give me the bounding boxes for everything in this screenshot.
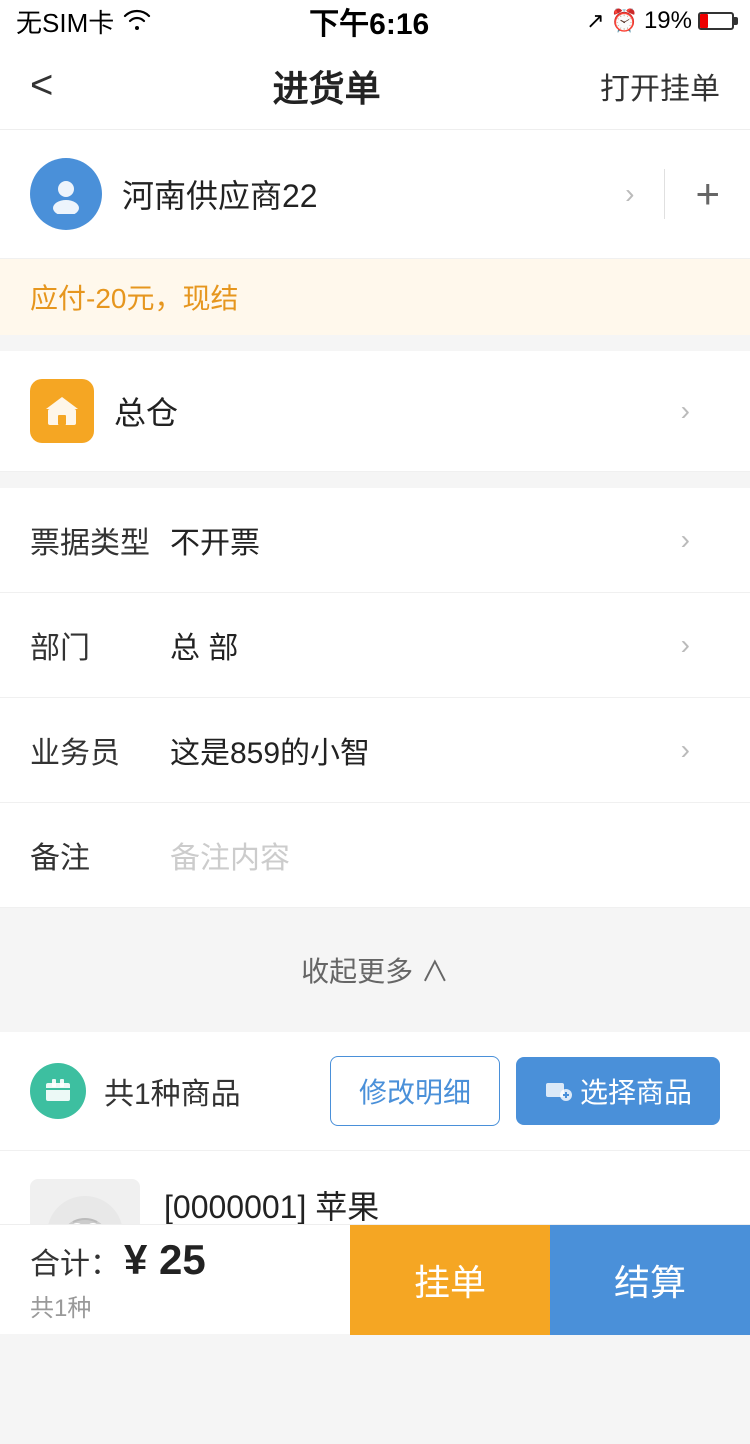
total-section: 合计： ¥ 25 共1种 bbox=[0, 1236, 350, 1323]
remark-row[interactable]: 备注 备注内容 bbox=[0, 803, 750, 908]
remark-label: 备注 bbox=[30, 833, 170, 877]
nav-bar: < 进货单 打开挂单 bbox=[0, 42, 750, 130]
page-title: 进货单 bbox=[273, 60, 381, 112]
salesperson-label: 业务员 bbox=[30, 728, 170, 772]
total-label: 合计： bbox=[30, 1239, 120, 1283]
battery-icon bbox=[698, 12, 734, 30]
total-row: 合计： ¥ 25 bbox=[30, 1236, 320, 1284]
divider bbox=[664, 169, 665, 219]
notice-bar: 应付-20元，现结 bbox=[0, 259, 750, 335]
warehouse-section: 总仓 › bbox=[0, 351, 750, 472]
supplier-avatar bbox=[30, 158, 102, 230]
select-product-label: 选择商品 bbox=[580, 1071, 692, 1111]
invoice-type-value: 不开票 bbox=[170, 518, 681, 562]
hang-button[interactable]: 挂单 bbox=[350, 1225, 550, 1335]
invoice-type-chevron-icon: › bbox=[681, 524, 690, 556]
alarm-icon: ⏰ bbox=[611, 8, 638, 34]
edit-detail-button[interactable]: 修改明细 bbox=[330, 1056, 500, 1126]
total-count: 共1种 bbox=[30, 1288, 320, 1323]
product-count-text: 共1种商品 bbox=[104, 1069, 330, 1113]
department-chevron-icon: › bbox=[681, 629, 690, 661]
supplier-row[interactable]: 河南供应商22 › + bbox=[0, 130, 750, 259]
collapse-button[interactable]: 收起更多 ∧ bbox=[0, 924, 750, 1016]
supplier-chevron-icon: › bbox=[625, 178, 634, 210]
carrier-label: 无SIM卡 bbox=[16, 3, 114, 40]
invoice-type-row[interactable]: 票据类型 不开票 › bbox=[0, 488, 750, 593]
bottom-bar: 合计： ¥ 25 共1种 挂单 结算 bbox=[0, 1224, 750, 1334]
warehouse-name: 总仓 bbox=[114, 388, 681, 434]
department-row[interactable]: 部门 总 部 › bbox=[0, 593, 750, 698]
department-label: 部门 bbox=[30, 623, 170, 667]
warehouse-icon bbox=[30, 379, 94, 443]
wifi-icon bbox=[122, 6, 152, 37]
location-icon: ↗ bbox=[586, 8, 604, 34]
remark-input[interactable]: 备注内容 bbox=[170, 833, 720, 877]
salesperson-row[interactable]: 业务员 这是859的小智 › bbox=[0, 698, 750, 803]
status-left: 无SIM卡 bbox=[16, 3, 152, 40]
settle-button[interactable]: 结算 bbox=[550, 1225, 750, 1335]
collapse-label: 收起更多 ∧ bbox=[301, 956, 449, 987]
warehouse-chevron-icon: › bbox=[681, 395, 690, 427]
salesperson-value: 这是859的小智 bbox=[170, 728, 681, 772]
status-time: 下午6:16 bbox=[309, 0, 429, 43]
warehouse-row[interactable]: 总仓 › bbox=[0, 351, 750, 472]
supplier-name: 河南供应商22 bbox=[122, 171, 625, 217]
notice-text: 应付-20元，现结 bbox=[30, 283, 238, 314]
supplier-section: 河南供应商22 › + 应付-20元，现结 bbox=[0, 130, 750, 335]
open-hang-button[interactable]: 打开挂单 bbox=[600, 64, 720, 108]
add-supplier-button[interactable]: + bbox=[695, 170, 720, 218]
product-code: [0000001] 苹果 bbox=[164, 1189, 379, 1225]
salesperson-chevron-icon: › bbox=[681, 734, 690, 766]
battery-label: 19% bbox=[644, 7, 692, 35]
department-value: 总 部 bbox=[170, 623, 681, 667]
status-bar: 无SIM卡 下午6:16 ↗ ⏰ 19% bbox=[0, 0, 750, 42]
back-button[interactable]: < bbox=[30, 63, 53, 108]
select-product-button[interactable]: 选择商品 bbox=[516, 1057, 720, 1125]
status-right: ↗ ⏰ 19% bbox=[586, 7, 734, 35]
form-section: 票据类型 不开票 › 部门 总 部 › 业务员 这是859的小智 › 备注 备注… bbox=[0, 488, 750, 908]
products-header: 共1种商品 修改明细 选择商品 bbox=[0, 1032, 750, 1151]
total-amount: ¥ 25 bbox=[124, 1236, 206, 1284]
product-name: [0000001] 苹果 bbox=[164, 1182, 668, 1228]
invoice-type-label: 票据类型 bbox=[30, 518, 170, 562]
products-icon bbox=[30, 1063, 86, 1119]
